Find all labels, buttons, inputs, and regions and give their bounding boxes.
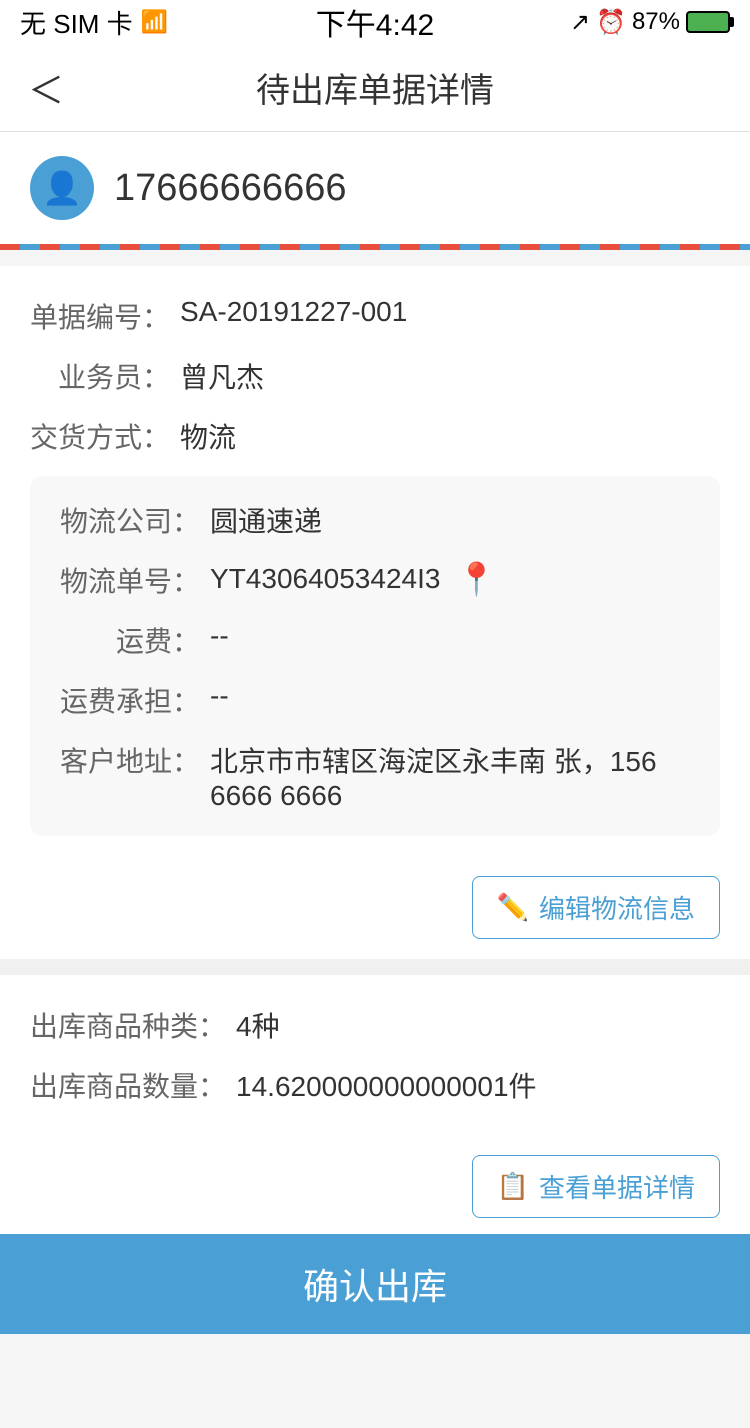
- view-detail-label: 查看单据详情: [539, 1168, 695, 1205]
- salesman-value: 曾凡杰: [180, 356, 720, 396]
- confirm-button-container: 确认出库: [0, 1234, 750, 1334]
- freight-row: 运费： --: [60, 620, 690, 660]
- confirm-outbound-button[interactable]: 确认出库: [0, 1234, 750, 1334]
- goods-section: 出库商品种类： 4种 出库商品数量： 14.620000000000001件: [0, 975, 750, 1155]
- address-value: 北京市市辖区海淀区永丰南 张，156 6666 6666: [210, 740, 690, 812]
- freight-value: --: [210, 620, 690, 652]
- freight-bearer-row: 运费承担： --: [60, 680, 690, 720]
- tracking-number: YT43064053424I3: [210, 563, 440, 595]
- view-detail-button[interactable]: 📋 查看单据详情: [472, 1155, 720, 1218]
- avatar-icon: 👤: [42, 169, 82, 207]
- logistics-company-value: 圆通速递: [210, 500, 690, 540]
- status-left: 无 SIM 卡 📶: [20, 4, 168, 41]
- edit-logistics-button[interactable]: ✏️ 编辑物流信息: [472, 876, 720, 939]
- goods-type-row: 出库商品种类： 4种: [30, 1005, 720, 1045]
- freight-label: 运费：: [60, 620, 200, 660]
- dashed-divider: [0, 244, 750, 250]
- tracking-location-icon[interactable]: 📍: [456, 560, 496, 598]
- status-time: 下午4:42: [316, 0, 434, 44]
- logistics-company-row: 物流公司： 圆通速递: [60, 500, 690, 540]
- edit-logistics-label: 编辑物流信息: [539, 889, 695, 926]
- back-button[interactable]: ＜: [28, 62, 64, 114]
- document-info-section: 单据编号： SA-20191227-001 业务员： 曾凡杰 交货方式： 物流 …: [0, 266, 750, 856]
- salesman-row: 业务员： 曾凡杰: [30, 356, 720, 396]
- document-number-value: SA-20191227-001: [180, 296, 720, 328]
- wifi-icon: 📶: [141, 9, 168, 35]
- detail-icon: 📋: [497, 1171, 529, 1202]
- logistics-company-label: 物流公司：: [60, 500, 200, 540]
- user-phone: 17666666666: [114, 167, 346, 210]
- tracking-row: 物流单号： YT43064053424I3 📍: [60, 560, 690, 600]
- section-divider: [0, 959, 750, 975]
- edit-button-row: ✏️ 编辑物流信息: [0, 856, 750, 959]
- tracking-value: YT43064053424I3 📍: [210, 560, 690, 598]
- nav-bar: ＜ 待出库单据详情: [0, 44, 750, 132]
- carrier-text: 无 SIM 卡: [20, 4, 133, 41]
- goods-quantity-row: 出库商品数量： 14.620000000000001件: [30, 1065, 720, 1105]
- goods-type-label: 出库商品种类：: [30, 1005, 226, 1045]
- delivery-row: 交货方式： 物流: [30, 416, 720, 456]
- document-number-label: 单据编号：: [30, 296, 170, 336]
- location-status-icon: ↗: [570, 8, 590, 37]
- delivery-label: 交货方式：: [30, 416, 170, 456]
- goods-quantity-value: 14.620000000000001件: [236, 1065, 720, 1105]
- freight-bearer-value: --: [210, 680, 690, 712]
- salesman-label: 业务员：: [30, 356, 170, 396]
- status-bar: 无 SIM 卡 📶 下午4:42 ↗ ⏰ 87%: [0, 0, 750, 44]
- user-section: 👤 17666666666: [0, 132, 750, 244]
- edit-icon: ✏️: [497, 892, 529, 923]
- address-label: 客户地址：: [60, 740, 200, 780]
- goods-quantity-label: 出库商品数量：: [30, 1065, 226, 1105]
- battery-icon: [686, 11, 730, 33]
- freight-bearer-label: 运费承担：: [60, 680, 200, 720]
- delivery-value: 物流: [180, 416, 720, 456]
- confirm-label: 确认出库: [303, 1258, 447, 1310]
- document-number-row: 单据编号： SA-20191227-001: [30, 296, 720, 336]
- logistics-card: 物流公司： 圆通速递 物流单号： YT43064053424I3 📍 运费： -…: [30, 476, 720, 836]
- avatar: 👤: [30, 156, 94, 220]
- goods-type-value: 4种: [236, 1005, 720, 1045]
- page-title: 待出库单据详情: [256, 63, 494, 112]
- alarm-icon: ⏰: [596, 8, 626, 37]
- status-right: ↗ ⏰ 87%: [570, 8, 730, 37]
- battery-percentage: 87%: [632, 8, 680, 36]
- tracking-label: 物流单号：: [60, 560, 200, 600]
- address-row: 客户地址： 北京市市辖区海淀区永丰南 张，156 6666 6666: [60, 740, 690, 812]
